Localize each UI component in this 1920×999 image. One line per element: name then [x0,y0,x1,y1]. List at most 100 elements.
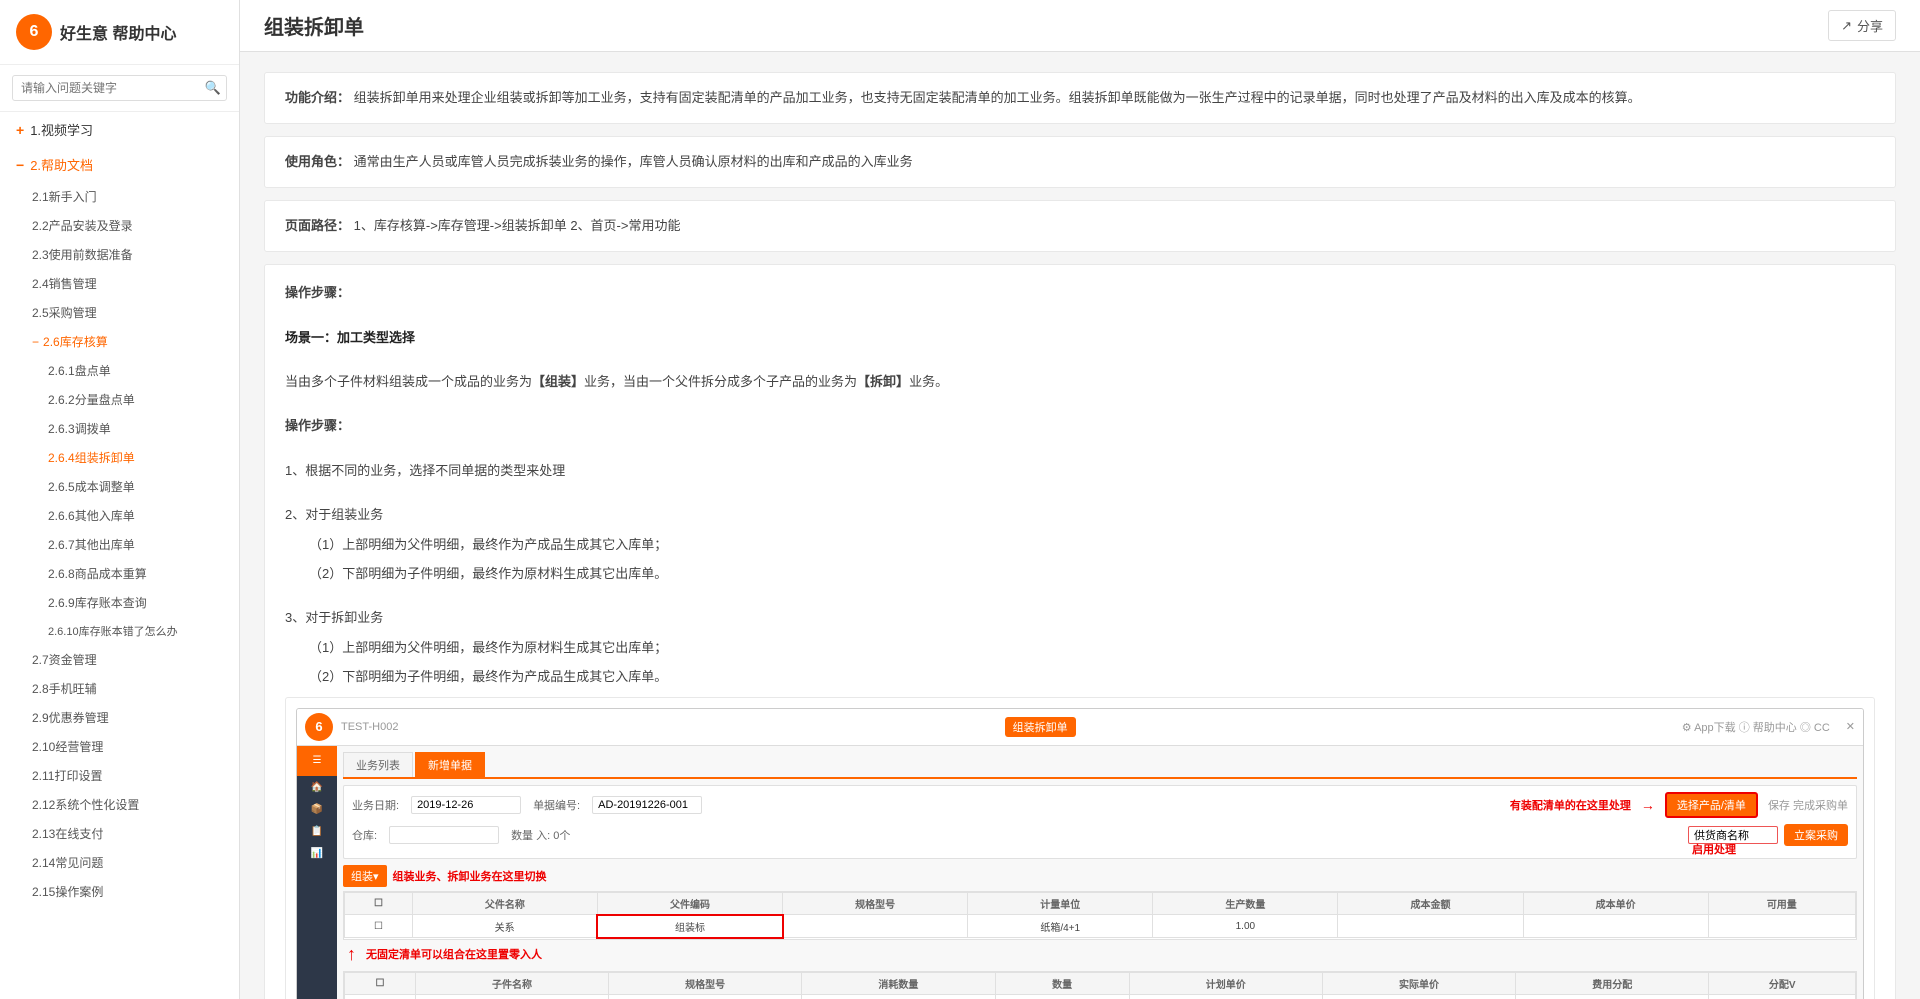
th-ops: 分配V [1709,972,1856,994]
ss-no-input[interactable] [592,796,702,814]
th-avail: 可用量 [1708,892,1855,915]
sidebar-item-2-6-5[interactable]: 2.6.5成本调整单 [0,472,239,501]
th-qty-in: 生产数量 [1153,892,1338,915]
ss-date-input[interactable] [411,796,521,814]
sidebar-item-1[interactable]: + 1.视频学习 [0,112,239,147]
td-cost [1338,915,1523,938]
ss-anno-switch-area: 组装▾ 组装业务、拆卸业务在这里切换 [343,865,1857,887]
ss-warehouse-input[interactable] [389,826,499,844]
search-icon: 🔍 [205,80,221,96]
ss-tab-bar: 业务列表 新增单据 [343,752,1857,779]
ss-confirm-btn[interactable]: 立案采购 [1784,824,1848,846]
ss-form-header: 业务日期: 单据编号: 有装配清单的在这里处理 → 选 [343,785,1857,859]
sidebar-item-2-5[interactable]: 2.5采购管理 [0,298,239,327]
step2-sub2: （2）下部明细为子件明细，最终作为原材料生成其它出库单。 [285,562,1875,585]
ss-left-nav: ☰ 🏠📦📋📊 [297,746,337,999]
sidebar-item-2-6-10[interactable]: 2.6.10库存账本错了怎么办 [0,617,239,645]
ss-logo: 6 [305,713,333,741]
ops-label: 操作步骤： [285,281,1875,304]
role-text: 通常由生产人员或库管人员完成拆装业务的操作，库管人员确认原材料的出库和产成品的入… [354,154,913,169]
sidebar-item-2-6-6[interactable]: 2.6.6其他入库单 [0,501,239,530]
th-cost: 成本金额 [1338,892,1523,915]
ss-upper-table: ☐ 父件名称 父件编码 规格型号 计量单位 生产数量 成本金额 成本单价 [344,892,1856,939]
ss-new-btn[interactable]: 组装拆卸单 [1005,717,1076,737]
ss-qty-label: 数量 入: 0个 [511,827,570,843]
sidebar-item-2-6-1[interactable]: 2.6.1盘点单 [0,356,239,385]
func-intro-label: 功能介绍： [285,90,350,105]
steps-block: 操作步骤： 场景一：加工类型选择 当由多个子件材料组装成一个成品的业务为【组装】… [264,264,1896,999]
sidebar-item-2-12[interactable]: 2.12系统个性化设置 [0,790,239,819]
sidebar-item-2-2[interactable]: 2.2产品安装及登录 [0,211,239,240]
ss-date-label: 业务日期: [352,797,399,813]
screenshot-inner: 6 TEST-H002 组装拆卸单 ⚙ App下载 ⓘ 帮助中心 ◎ CC ✕ … [296,708,1864,999]
sidebar-item-2-9[interactable]: 2.9优惠券管理 [0,703,239,732]
sidebar-item-2-6-7[interactable]: 2.6.7其他出库单 [0,530,239,559]
scene1-desc: 当由多个子件材料组装成一个成品的业务为【组装】业务，当由一个父件拆分成多个子产品… [285,370,1875,393]
main-content: 组装拆卸单 ↗ 分享 功能介绍： 组装拆卸单用来处理企业组装或拆卸等加工业务，支… [240,0,1920,999]
anno1-label: 有装配清单的在这里处理 [1510,797,1631,813]
ss-anno-area-5: ↑ 无固定清单可以组合在这里置零入人 [343,944,1857,965]
td-unit-cost [1523,915,1708,938]
screenshot-container: 6 TEST-H002 组装拆卸单 ⚙ App下载 ⓘ 帮助中心 ◎ CC ✕ … [285,697,1875,999]
ss-no-label: 单据编号: [533,797,580,813]
sidebar-item-2-6-4[interactable]: 2.6.4组装拆卸单 [0,443,239,472]
td-check: ☐ [345,915,413,938]
sidebar-item-2-6-8[interactable]: 2.6.8商品成本重算 [0,559,239,588]
scene1-label: 场景一：加工类型选择 [285,326,1875,349]
role-block: 使用角色： 通常由生产人员或库管人员完成拆装业务的操作，库管人员确认原材料的出库… [264,136,1896,188]
ss-form-row-2: 仓库: 数量 入: 0个 立案采购 [352,824,1848,846]
sidebar-item-2-7[interactable]: 2.7资金管理 [0,645,239,674]
ss-tab-new[interactable]: 新增单据 [415,752,485,777]
th-consume-qty: 消耗数量 [802,972,995,994]
th-total: 费用分配 [1516,972,1709,994]
ss-lower-table: ☐ 子件名称 规格型号 消耗数量 数量 计划单价 实际单价 费用分配 [344,972,1856,999]
sidebar-item-2-6[interactable]: − 2.6库存核算 [0,327,239,356]
table-row: 1 商品 1 分组1+1 35.00 0.00 0.00 0.00 [345,994,1856,999]
sidebar-item-2-13[interactable]: 2.13在线支付 [0,819,239,848]
sidebar-item-2-4[interactable]: 2.4销售管理 [0,269,239,298]
ss-tab-list[interactable]: 业务列表 [343,752,413,777]
ss-form-row-1: 业务日期: 单据编号: 有装配清单的在这里处理 → 选 [352,792,1848,818]
sidebar-header: 6 好生意 帮助中心 [0,0,239,65]
func-intro-text: 组装拆卸单用来处理企业组装或拆卸等加工业务，支持有固定装配清单的产品加工业务，也… [354,90,1641,105]
sidebar: 6 好生意 帮助中心 🔍 + 1.视频学习 − 2.帮助文档 2.1新手入门 2… [0,0,240,999]
td-parent-code: 组装标 [597,915,782,938]
td-qty-in: 1.00 [1153,915,1338,938]
sidebar-item-2-11[interactable]: 2.11打印设置 [0,761,239,790]
app-title: 好生意 帮助中心 [60,20,176,44]
ss-anno-area-1: 有装配清单的在这里处理 → 选择产品/清单 保存 完成采购单 [1510,792,1848,818]
ss-anno-area-4: 启用处理 [1692,841,1736,857]
td-avail [1708,915,1855,938]
step1: 1、根据不同的业务，选择不同单据的类型来处理 [285,459,1875,482]
sidebar-item-2-15[interactable]: 2.15操作案例 [0,877,239,906]
sidebar-item-2-1[interactable]: 2.1新手入门 [0,182,239,211]
ss-top-icons: ⚙ App下载 ⓘ 帮助中心 ◎ CC [1682,719,1830,735]
share-icon: ↗ [1841,18,1852,34]
sidebar-item-2-14[interactable]: 2.14常见问题 [0,848,239,877]
nav-section: + 1.视频学习 − 2.帮助文档 2.1新手入门 2.2产品安装及登录 2.3… [0,112,239,906]
th-parent-name: 父件编码 [597,892,782,915]
sidebar-item-2-6-3[interactable]: 2.6.3调拨单 [0,414,239,443]
share-button[interactable]: ↗ 分享 [1828,10,1896,41]
ss-main-area: 业务列表 新增单据 业务日期: 单据编号: [337,746,1863,999]
sidebar-item-2-6-9[interactable]: 2.6.9库存账本查询 [0,588,239,617]
anno4-label: 无固定清单可以组合在这里置零入人 [366,946,542,962]
ss-select-product-btn[interactable]: 选择产品/清单 [1665,792,1758,818]
ss-warehouse-label: 仓库: [352,827,377,843]
ss-close-icon[interactable]: ✕ [1846,720,1855,733]
sidebar-item-2-10[interactable]: 2.10经营管理 [0,732,239,761]
anno4-arrow: ↑ [347,944,356,965]
sidebar-item-2-3[interactable]: 2.3使用前数据准备 [0,240,239,269]
step3-sub1: （1）上部明细为父件明细，最终作为原材料生成其它出库单； [285,636,1875,659]
th-plan-qty: 计划单价 [1129,972,1322,994]
ss-app-area: ☰ 🏠📦📋📊 业务列表 新增单据 [297,746,1863,999]
anno2-label: 组装业务、拆卸业务在这里切换 [393,868,547,884]
search-box[interactable]: 🔍 [0,65,239,112]
sidebar-item-2[interactable]: − 2.帮助文档 [0,147,239,182]
th-check: ☐ [345,892,413,915]
ss-upper-table-wrap: ☐ 父件名称 父件编码 规格型号 计量单位 生产数量 成本金额 成本单价 [343,891,1857,940]
search-input[interactable] [12,75,227,101]
sidebar-item-2-6-2[interactable]: 2.6.2分量盘点单 [0,385,239,414]
sidebar-item-2-8[interactable]: 2.8手机旺辅 [0,674,239,703]
ss-type-badge[interactable]: 组装▾ [343,865,387,887]
